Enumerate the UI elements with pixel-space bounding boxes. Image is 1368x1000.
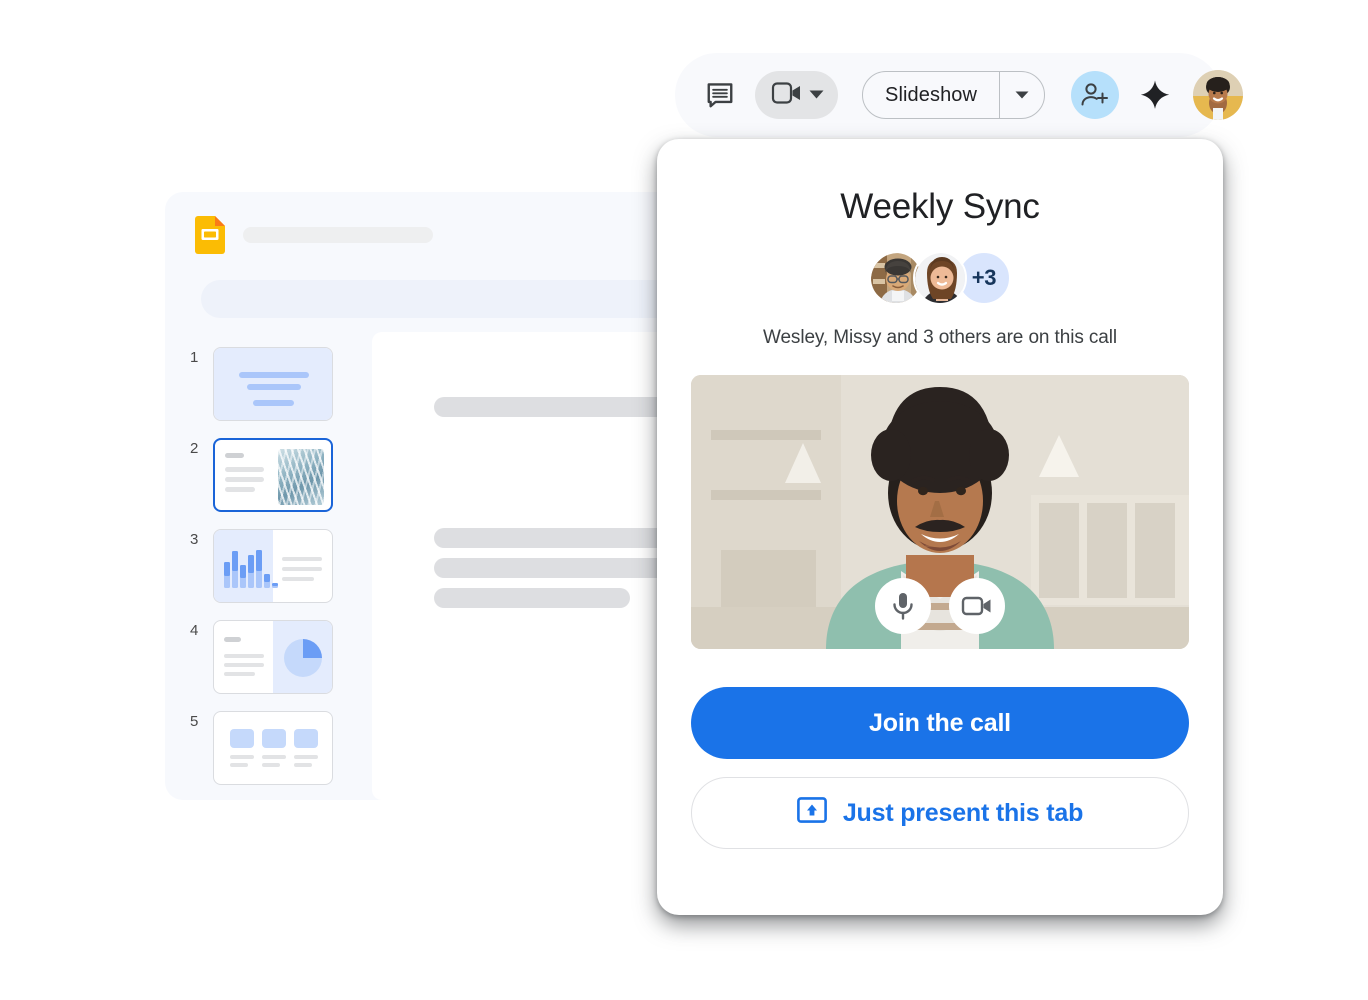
slide-number: 5 xyxy=(190,713,199,730)
avatar[interactable] xyxy=(913,251,967,305)
slide-text-line xyxy=(225,467,264,472)
slide-text-line xyxy=(224,663,264,667)
slide-text-line xyxy=(225,453,244,458)
canvas-placeholder-bar xyxy=(434,588,630,608)
slide-card xyxy=(294,729,318,748)
list-item[interactable]: 5 xyxy=(165,711,360,785)
slide-text-line xyxy=(282,577,314,581)
slide-text-line xyxy=(282,567,322,571)
slide-card xyxy=(262,729,286,748)
list-item[interactable]: 1 xyxy=(165,347,360,421)
list-item[interactable]: 4 xyxy=(165,620,360,694)
slide-thumbnail-3[interactable] xyxy=(213,529,333,603)
present-to-screen-icon xyxy=(796,796,827,830)
floating-toolbar: Slideshow xyxy=(675,53,1244,137)
slide-thumbnail-strip[interactable]: 1 2 3 4 5 xyxy=(165,332,360,800)
page-title: Weekly Sync xyxy=(840,187,1040,226)
bar xyxy=(272,582,278,588)
slide-text-line xyxy=(282,557,322,561)
slide-text-line xyxy=(225,487,255,492)
caret-down-icon xyxy=(809,86,824,104)
bar xyxy=(256,549,262,588)
slide-text-line xyxy=(253,400,294,406)
slide-text-line xyxy=(224,637,241,642)
document-title-placeholder[interactable] xyxy=(243,227,433,243)
slide-text-line xyxy=(294,755,318,759)
slide-card xyxy=(230,729,254,748)
google-slides-icon xyxy=(195,216,225,254)
self-video-preview xyxy=(691,375,1189,649)
slideshow-split-button[interactable]: Slideshow xyxy=(862,71,1046,119)
slide-text-line xyxy=(247,384,301,390)
slide-number: 3 xyxy=(190,531,199,548)
video-camera-icon[interactable] xyxy=(949,578,1005,634)
slide-text-line xyxy=(294,763,312,767)
slide-image-thumbnail xyxy=(278,449,324,505)
slide-text-line xyxy=(262,763,280,767)
bar xyxy=(232,551,238,588)
participant-avatar-stack: +3 xyxy=(691,251,1189,305)
person-add-icon[interactable] xyxy=(1071,71,1120,119)
slide-thumbnail-4[interactable] xyxy=(213,620,333,694)
slide-thumbnail-5[interactable] xyxy=(213,711,333,785)
video-preview-controls xyxy=(875,578,1005,634)
bar xyxy=(224,561,230,588)
list-item[interactable]: 3 xyxy=(165,529,360,603)
slide-text-line xyxy=(224,672,255,676)
bar xyxy=(240,565,246,588)
slide-text-line xyxy=(239,372,309,378)
slide-thumbnail-1[interactable] xyxy=(213,347,333,421)
slide-number: 4 xyxy=(190,622,199,639)
slideshow-caret-button[interactable] xyxy=(1000,72,1044,118)
slide-text-line xyxy=(230,755,254,759)
sparkle-icon[interactable] xyxy=(1133,73,1177,117)
meet-join-dialog: Weekly Sync +3 Wesley, Missy and 3 other… xyxy=(657,139,1223,915)
pie-chart-mini xyxy=(284,639,322,677)
slide-text-line xyxy=(225,477,264,482)
bar xyxy=(264,574,270,588)
list-item[interactable]: 2 xyxy=(165,438,360,512)
slide-thumbnail-2[interactable] xyxy=(213,438,333,512)
present-tab-button[interactable]: Just present this tab xyxy=(691,777,1189,849)
slide-number: 2 xyxy=(190,440,199,457)
avatar[interactable] xyxy=(1193,70,1244,120)
video-camera-icon xyxy=(771,81,803,110)
microphone-icon[interactable] xyxy=(875,578,931,634)
slideshow-button-label[interactable]: Slideshow xyxy=(863,72,999,118)
present-tab-label: Just present this tab xyxy=(842,798,1084,827)
slide-text-line xyxy=(230,763,248,767)
slide-text-line xyxy=(262,755,286,759)
participants-summary: Wesley, Missy and 3 others are on this c… xyxy=(762,327,1118,348)
slides-document-bar xyxy=(195,216,433,254)
slide-text-line xyxy=(224,654,264,658)
video-camera-dropdown-button[interactable] xyxy=(755,71,838,119)
join-call-button[interactable]: Join the call xyxy=(691,687,1189,759)
chat-bubble-icon[interactable] xyxy=(697,72,743,118)
slide-number: 1 xyxy=(190,349,199,366)
bar xyxy=(248,554,254,588)
